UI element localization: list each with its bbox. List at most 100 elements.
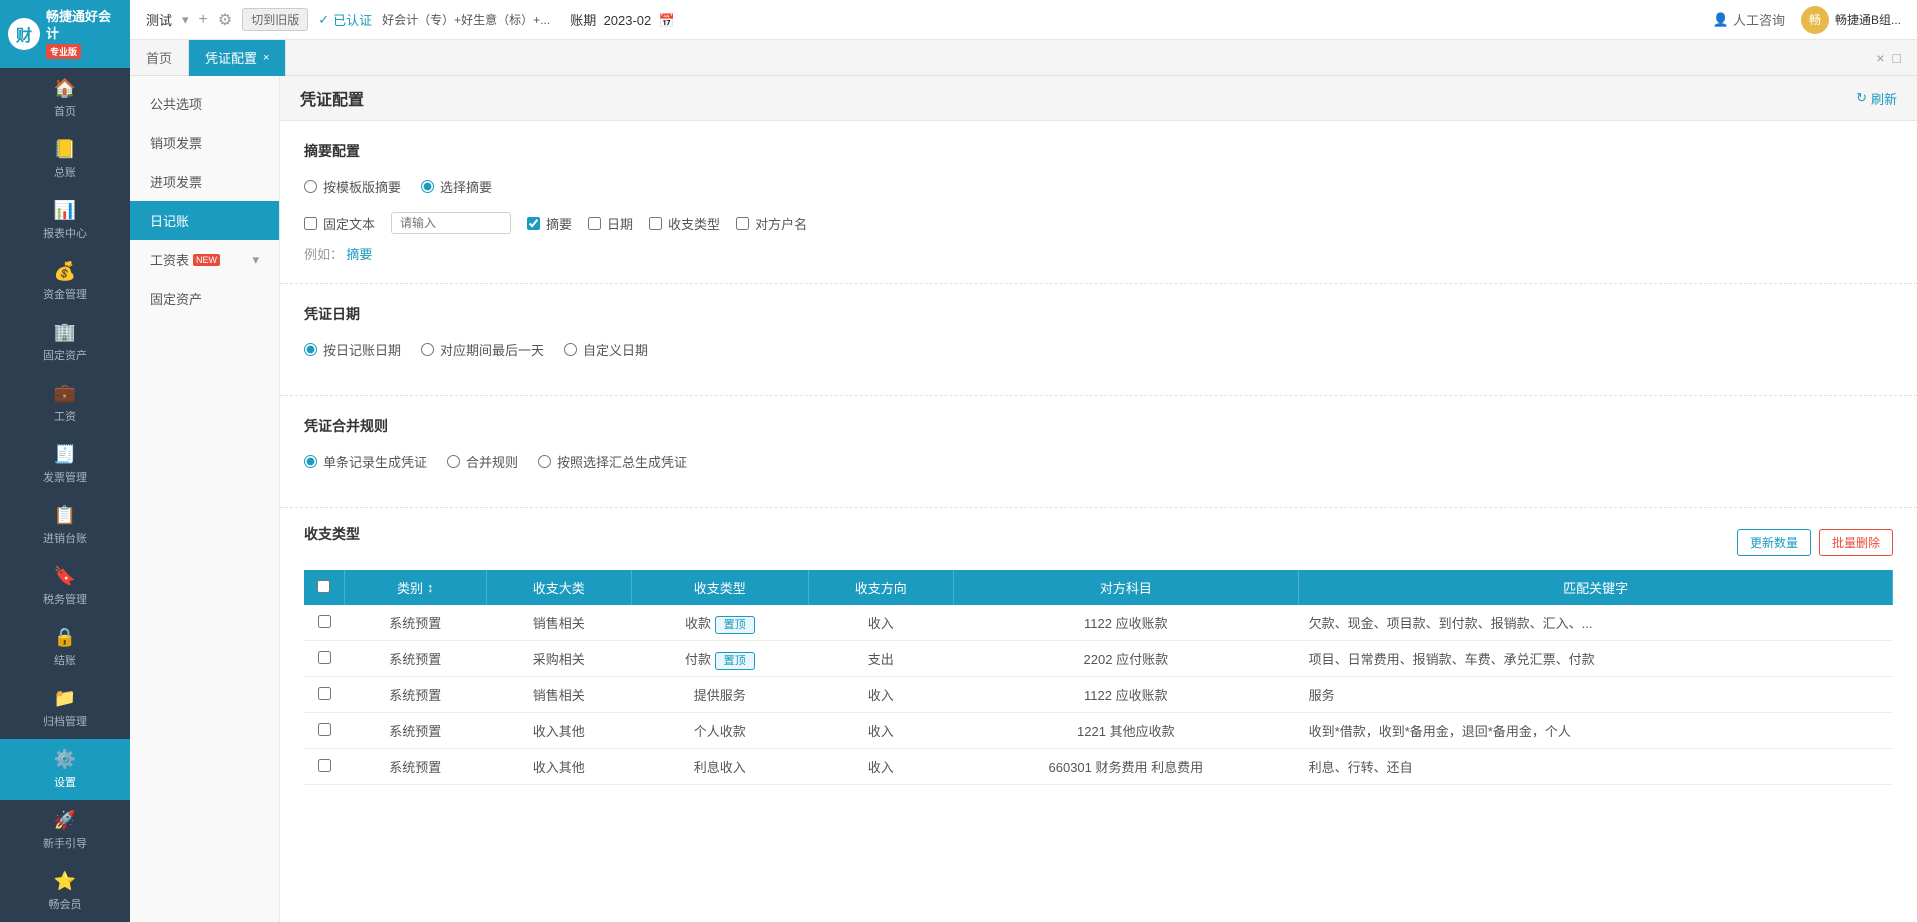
row-major: 销售相关 [487, 605, 632, 641]
sidebar-item-salary[interactable]: 💼 工资 [0, 373, 130, 434]
summary-checkbox-label: 摘要 [546, 214, 572, 233]
radio-select-input[interactable] [421, 180, 434, 193]
calendar-icon[interactable]: 📅 [659, 13, 675, 28]
th-checkbox[interactable] [304, 570, 344, 605]
service-link[interactable]: 👤 人工咨询 [1713, 10, 1785, 29]
sidebar-item-label: 设置 [54, 774, 76, 790]
sidebar-item-label: 报表中心 [43, 225, 87, 241]
sidebar-item-archive[interactable]: 📁 归档管理 [0, 678, 130, 739]
sidebar-item-label: 发票管理 [43, 469, 87, 485]
sidebar-item-funds[interactable]: 💰 资金管理 [0, 251, 130, 312]
left-menu-fixed-assets[interactable]: 固定资产 [130, 279, 279, 318]
row-type: 收款 置顶 [631, 605, 808, 641]
sidebar-item-guide[interactable]: 🚀 新手引导 [0, 800, 130, 861]
radio-period-last-input[interactable] [421, 343, 434, 356]
radio-period-last[interactable]: 对应期间最后一天 [421, 340, 544, 359]
row-checkbox[interactable] [318, 759, 331, 772]
radio-merge-rule[interactable]: 合并规则 [447, 452, 518, 471]
gear-icon[interactable]: ⚙ [218, 10, 232, 30]
checkbox-summary[interactable]: 摘要 [527, 214, 572, 233]
topbar-right: 👤 人工咨询 畅 畅捷通B组... [1713, 6, 1901, 34]
radio-custom-date-input[interactable] [564, 343, 577, 356]
row-checkbox-cell[interactable] [304, 677, 344, 713]
summary-section: 摘要配置 按模板版摘要 选择摘要 固定文本 [280, 121, 1917, 284]
tab-home[interactable]: 首页 [130, 40, 189, 76]
radio-select-total-input[interactable] [538, 455, 551, 468]
date-radio-group: 按日记账日期 对应期间最后一天 自定义日期 [304, 340, 1893, 359]
date-section-title: 凭证日期 [304, 304, 1893, 324]
checkbox-counterparty[interactable]: 对方户名 [736, 214, 807, 233]
refresh-button[interactable]: ↻ 刷新 [1856, 89, 1897, 108]
dropdown-arrow-icon[interactable]: ▾ [182, 12, 189, 28]
row-checkbox-cell[interactable] [304, 713, 344, 749]
sidebar-item-purchase-sales[interactable]: 📋 进销台账 [0, 495, 130, 556]
left-menu-journal[interactable]: 日记账 [130, 201, 279, 240]
radio-journal-date-input[interactable] [304, 343, 317, 356]
close-window-button[interactable]: × [1876, 50, 1884, 66]
right-panel: 凭证配置 ↻ 刷新 摘要配置 按模板版摘要 选择摘要 [280, 76, 1917, 922]
company-name: 测试 [146, 10, 172, 29]
update-button[interactable]: 更新数量 [1737, 529, 1811, 556]
salary-icon: 💼 [54, 383, 76, 404]
radio-select-total[interactable]: 按照选择汇总生成凭证 [538, 452, 687, 471]
row-type: 提供服务 [631, 677, 808, 713]
sidebar-item-settings[interactable]: ⚙️ 设置 [0, 739, 130, 800]
checkbox-date[interactable]: 日期 [588, 214, 633, 233]
row-checkbox-cell[interactable] [304, 749, 344, 785]
left-menu-fixed-assets-label: 固定资产 [150, 289, 202, 308]
checkbox-type[interactable]: 收支类型 [649, 214, 720, 233]
date-checkbox[interactable] [588, 217, 601, 230]
sidebar-item-tax[interactable]: 🔖 税务管理 [0, 556, 130, 617]
summary-checkbox[interactable] [527, 217, 540, 230]
table-header-row: 收支类型 更新数量 批量删除 [304, 524, 1893, 560]
row-checkbox-cell[interactable] [304, 605, 344, 641]
left-menu-purchase-invoice[interactable]: 进项发票 [130, 162, 279, 201]
radio-template-input[interactable] [304, 180, 317, 193]
radio-single-label: 单条记录生成凭证 [323, 452, 427, 471]
left-menu-payroll[interactable]: 工资表 NEW ▾ [130, 240, 279, 279]
maximize-button[interactable]: □ [1893, 50, 1901, 66]
left-menu-public[interactable]: 公共选项 [130, 84, 279, 123]
sidebar-item-closing[interactable]: 🔒 结账 [0, 617, 130, 678]
type-checkbox[interactable] [649, 217, 662, 230]
row-checkbox[interactable] [318, 723, 331, 736]
fixed-text-input[interactable] [391, 212, 511, 234]
sidebar-item-general-ledger[interactable]: 📒 总账 [0, 129, 130, 190]
sidebar-item-fixed-assets[interactable]: 🏢 固定资产 [0, 312, 130, 373]
tab-close-icon[interactable]: × [263, 52, 269, 64]
radio-journal-date[interactable]: 按日记账日期 [304, 340, 401, 359]
row-checkbox[interactable] [318, 651, 331, 664]
merge-radio-group: 单条记录生成凭证 合并规则 按照选择汇总生成凭证 [304, 452, 1893, 471]
member-icon: ⭐ [54, 871, 76, 892]
radio-custom-date[interactable]: 自定义日期 [564, 340, 648, 359]
fixed-text-checkbox[interactable] [304, 217, 317, 230]
select-all-checkbox[interactable] [317, 580, 330, 593]
left-menu-purchase-label: 进项发票 [150, 172, 202, 191]
sidebar: 财 畅捷通好会计 专业版 🏠 首页 📒 总账 📊 报表中心 💰 资金管理 🏢 固… [0, 0, 130, 922]
reset-tag[interactable]: 置顶 [715, 616, 755, 634]
radio-merge-rule-input[interactable] [447, 455, 460, 468]
checkbox-fixed-text[interactable]: 固定文本 [304, 214, 375, 233]
invoice-icon: 🧾 [54, 444, 76, 465]
reset-tag[interactable]: 置顶 [715, 652, 755, 670]
add-icon[interactable]: + [199, 11, 208, 29]
sidebar-item-invoice-mgmt[interactable]: 🧾 发票管理 [0, 434, 130, 495]
radio-single-input[interactable] [304, 455, 317, 468]
row-checkbox-cell[interactable] [304, 641, 344, 677]
radio-period-last-label: 对应期间最后一天 [440, 340, 544, 359]
counterparty-checkbox[interactable] [736, 217, 749, 230]
category-sort[interactable]: 类别 ↕ [355, 578, 477, 597]
radio-single[interactable]: 单条记录生成凭证 [304, 452, 427, 471]
old-version-button[interactable]: 切到旧版 [242, 8, 308, 31]
row-checkbox[interactable] [318, 687, 331, 700]
left-menu-sales-invoice[interactable]: 销项发票 [130, 123, 279, 162]
tab-voucher-config[interactable]: 凭证配置 × [189, 40, 286, 76]
sidebar-item-reports[interactable]: 📊 报表中心 [0, 190, 130, 251]
radio-template[interactable]: 按模板版摘要 [304, 177, 401, 196]
user-menu[interactable]: 畅 畅捷通B组... [1801, 6, 1901, 34]
sidebar-item-member[interactable]: ⭐ 畅会员 [0, 861, 130, 922]
radio-select[interactable]: 选择摘要 [421, 177, 492, 196]
sidebar-item-home[interactable]: 🏠 首页 [0, 68, 130, 129]
delete-button[interactable]: 批量删除 [1819, 529, 1893, 556]
row-checkbox[interactable] [318, 615, 331, 628]
